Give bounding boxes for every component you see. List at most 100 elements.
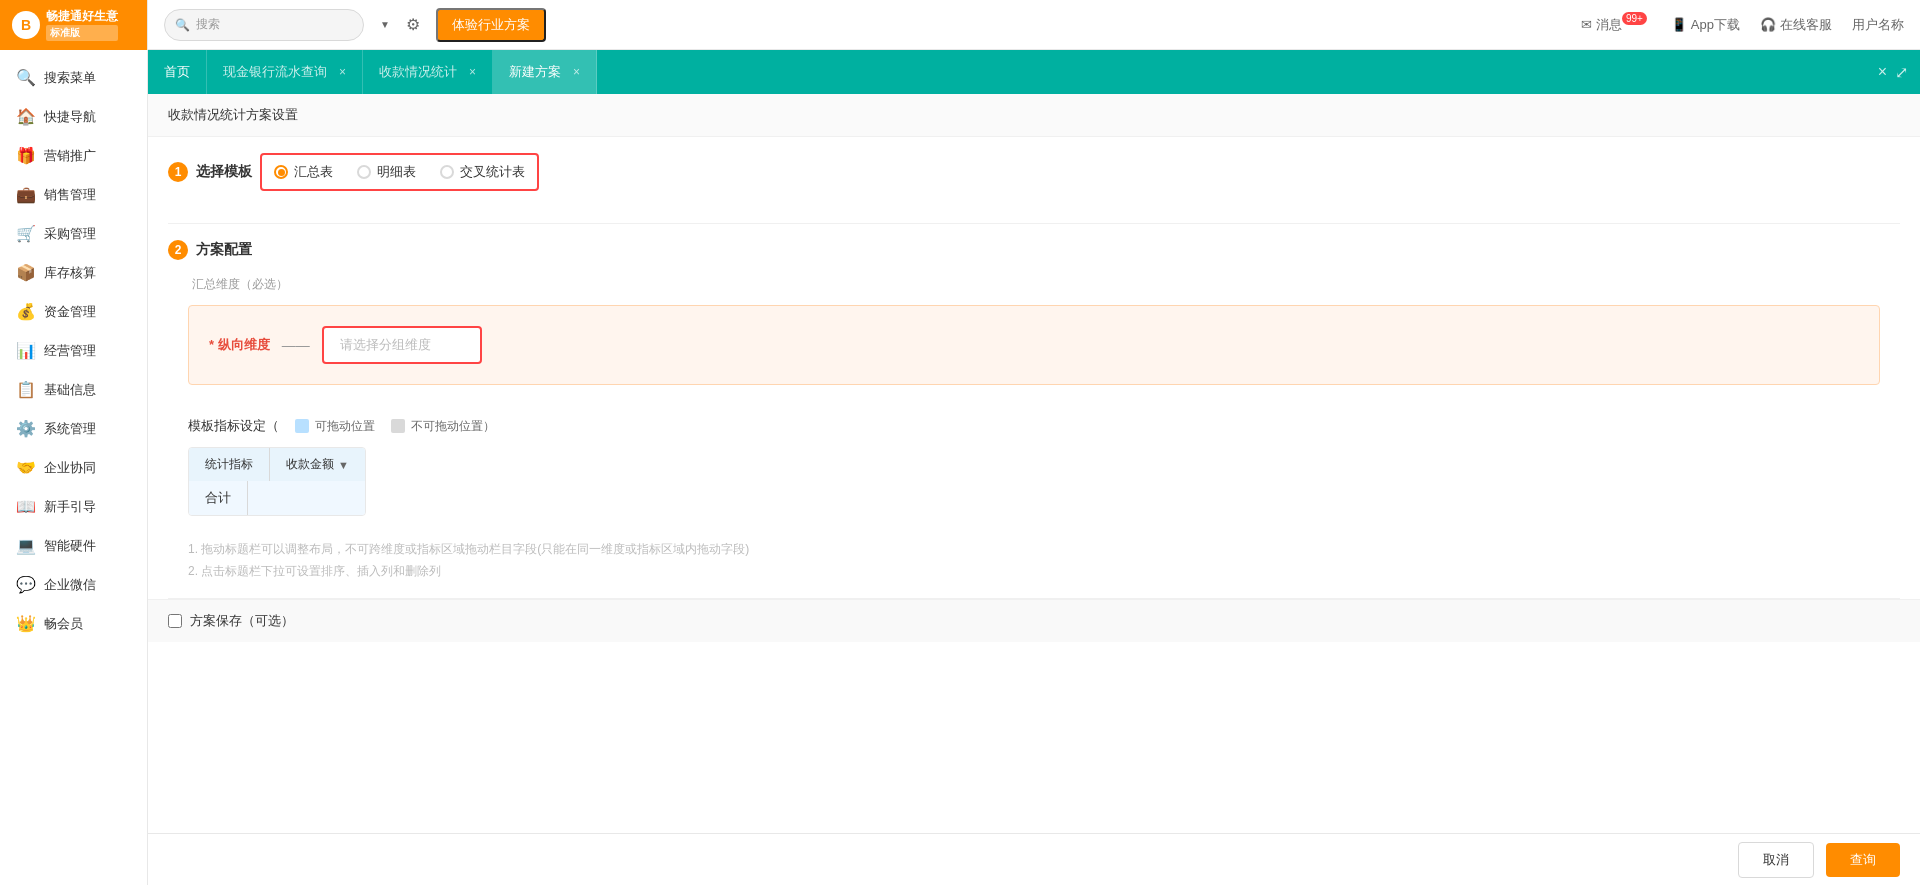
sidebar-item-label: 系统管理 [44, 420, 96, 438]
sidebar-item-enterprise[interactable]: 🤝 企业协同 [0, 448, 147, 487]
section1-number: 1 [168, 162, 188, 182]
stats-table: 统计指标 收款金额 ▼ 合计 [188, 447, 366, 516]
cart-icon: 🛒 [16, 224, 36, 243]
tab-close-btn[interactable]: × [1878, 63, 1887, 81]
sidebar-item-label: 经营管理 [44, 342, 96, 360]
plan-save-bar: 方案保存（可选） [148, 599, 1920, 642]
plan-save-checkbox[interactable] [168, 614, 182, 628]
dimension-select[interactable]: 请选择分组维度 [322, 326, 482, 364]
tab-home-label: 首页 [164, 63, 190, 81]
sidebar-item-label: 企业协同 [44, 459, 96, 477]
tab-home[interactable]: 首页 [148, 50, 207, 94]
sidebar-item-label: 销售管理 [44, 186, 96, 204]
sidebar-item-home[interactable]: 🏠 快捷导航 [0, 97, 147, 136]
user-name: 用户名称 [1852, 16, 1904, 34]
service-btn[interactable]: 🎧 在线客服 [1760, 16, 1832, 34]
tab-receipts-label: 收款情况统计 [379, 63, 457, 81]
sidebar-item-hardware[interactable]: 💻 智能硬件 [0, 526, 147, 565]
tab-cash-flow[interactable]: 现金银行流水查询 × [207, 50, 363, 94]
dropdown-icon[interactable]: ▼ [338, 459, 349, 471]
dimension-section-title: 汇总维度（必选） [188, 276, 1880, 293]
clipboard-icon: 📋 [16, 380, 36, 399]
user-btn[interactable]: 用户名称 [1852, 16, 1904, 34]
tab-receipts-close[interactable]: × [469, 65, 476, 79]
sidebar-item-search[interactable]: 🔍 搜索菜单 [0, 58, 147, 97]
sidebar-item-label: 库存核算 [44, 264, 96, 282]
message-btn[interactable]: ✉ 消息 99+ [1581, 16, 1651, 34]
computer-icon: 💻 [16, 536, 36, 555]
sidebar-nav: 🔍 搜索菜单 🏠 快捷导航 🎁 营销推广 💼 销售管理 🛒 采购管理 📦 库存核… [0, 50, 147, 885]
template-option-cross[interactable]: 交叉统计表 [440, 163, 525, 181]
stats-row-label: 合计 [205, 490, 231, 505]
stats-row-label-cell: 合计 [189, 481, 248, 515]
radio-cross[interactable] [440, 165, 454, 179]
tab-spacer [597, 50, 1866, 94]
handshake-icon: 🤝 [16, 458, 36, 477]
sidebar-item-basic-info[interactable]: 📋 基础信息 [0, 370, 147, 409]
sidebar-item-guide[interactable]: 📖 新手引导 [0, 487, 147, 526]
message-label: 消息 [1596, 16, 1622, 34]
download-btn[interactable]: 📱 App下载 [1671, 16, 1740, 34]
briefcase-icon: 💼 [16, 185, 36, 204]
legend-draggable-label: 可拖动位置 [315, 418, 375, 435]
sidebar-item-management[interactable]: 📊 经营管理 [0, 331, 147, 370]
sidebar-item-label: 资金管理 [44, 303, 96, 321]
service-label: 在线客服 [1780, 16, 1832, 34]
sidebar-item-label: 搜索菜单 [44, 69, 96, 87]
tab-new-plan-close[interactable]: × [573, 65, 580, 79]
legend-draggable-box [295, 419, 309, 433]
radio-summary[interactable] [274, 165, 288, 179]
section2-title: 方案配置 [196, 241, 252, 259]
sidebar-item-marketing[interactable]: 🎁 营销推广 [0, 136, 147, 175]
section2-header: 2 方案配置 [168, 240, 1900, 260]
tab-receipts[interactable]: 收款情况统计 × [363, 50, 493, 94]
metrics-legend: 可拖动位置 不可拖动位置） [295, 418, 495, 435]
query-button[interactable]: 查询 [1826, 843, 1900, 877]
sidebar: B 畅捷通好生意 标准版 🔍 搜索菜单 🏠 快捷导航 🎁 营销推广 💼 销售管理… [0, 0, 148, 885]
template-options-wrapper: 汇总表 明细表 交叉统计表 [260, 153, 539, 191]
section2-number: 2 [168, 240, 188, 260]
gear-icon: ⚙️ [16, 419, 36, 438]
stats-column-cell[interactable]: 收款金额 ▼ [270, 448, 365, 481]
chat-icon: 💬 [16, 575, 36, 594]
gift-icon: 🎁 [16, 146, 36, 165]
stats-column-label: 收款金额 [286, 456, 334, 473]
main-area: 🔍 搜索 ▼ ⚙ 体验行业方案 ✉ 消息 99+ 📱 App下载 🎧 在线客服 … [148, 0, 1920, 885]
radio-detail[interactable] [357, 165, 371, 179]
sidebar-item-finance[interactable]: 💰 资金管理 [0, 292, 147, 331]
tab-new-plan[interactable]: 新建方案 × [493, 50, 597, 94]
chevron-down-icon[interactable]: ▼ [380, 19, 390, 30]
sidebar-item-label: 新手引导 [44, 498, 96, 516]
cancel-button[interactable]: 取消 [1738, 842, 1814, 878]
metrics-section: 模板指标设定（ 可拖动位置 不可拖动位置） [168, 417, 1900, 519]
tab-bar: 首页 现金银行流水查询 × 收款情况统计 × 新建方案 × × ⤢ [148, 50, 1920, 94]
template-summary-label: 汇总表 [294, 163, 333, 181]
dimension-area: * 纵向维度 —— 请选择分组维度 [188, 305, 1880, 385]
page-title-bar: 收款情况统计方案设置 [148, 94, 1920, 137]
template-option-detail[interactable]: 明细表 [357, 163, 416, 181]
tab-expand-btn[interactable]: ⤢ [1895, 63, 1908, 82]
header-right: ✉ 消息 99+ 📱 App下载 🎧 在线客服 用户名称 [1581, 16, 1904, 34]
dimension-select-placeholder: 请选择分组维度 [340, 337, 431, 352]
sidebar-item-wechat[interactable]: 💬 企业微信 [0, 565, 147, 604]
tab-cash-flow-close[interactable]: × [339, 65, 346, 79]
tip-2: 2. 点击标题栏下拉可设置排序、插入列和删除列 [188, 561, 1880, 583]
template-option-summary[interactable]: 汇总表 [274, 163, 333, 181]
tab-right-buttons: × ⤢ [1866, 50, 1920, 94]
sidebar-item-inventory[interactable]: 📦 库存核算 [0, 253, 147, 292]
metrics-title: 模板指标设定（ [188, 417, 279, 435]
sidebar-item-sales[interactable]: 💼 销售管理 [0, 175, 147, 214]
sidebar-item-member[interactable]: 👑 畅会员 [0, 604, 147, 643]
search-bar-placeholder: 搜索 [196, 16, 220, 33]
sidebar-item-purchase[interactable]: 🛒 采购管理 [0, 214, 147, 253]
search-icon: 🔍 [16, 68, 36, 87]
sidebar-item-label: 企业微信 [44, 576, 96, 594]
settings-icon[interactable]: ⚙ [406, 15, 420, 34]
sidebar-item-label: 快捷导航 [44, 108, 96, 126]
crown-icon: 👑 [16, 614, 36, 633]
sidebar-item-system[interactable]: ⚙️ 系统管理 [0, 409, 147, 448]
search-bar[interactable]: 🔍 搜索 [164, 9, 364, 41]
industry-btn[interactable]: 体验行业方案 [436, 8, 546, 42]
search-bar-icon: 🔍 [175, 18, 190, 32]
sidebar-item-label: 智能硬件 [44, 537, 96, 555]
